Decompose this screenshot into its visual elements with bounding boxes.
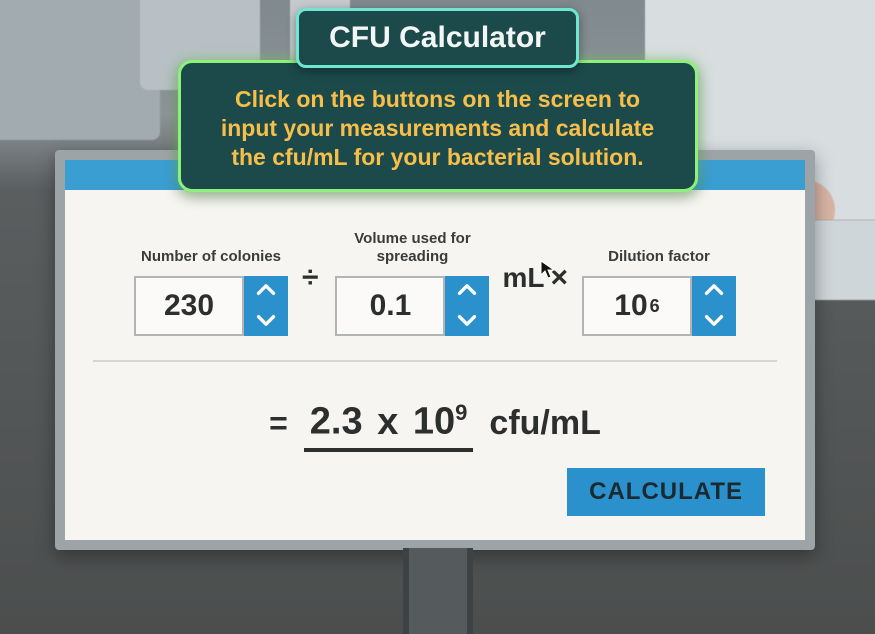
divider bbox=[93, 360, 777, 362]
result-base: 10 bbox=[413, 401, 455, 443]
field-volume-label: Volume used for spreading bbox=[332, 230, 492, 266]
chevron-down-icon bbox=[457, 313, 477, 330]
header: CFU Calculator Click on the buttons on t… bbox=[178, 8, 698, 192]
colonies-decrease-button[interactable] bbox=[244, 306, 288, 336]
dilution-stepper bbox=[692, 276, 736, 336]
divide-operator: ÷ bbox=[302, 261, 318, 305]
result-value: 2.3 x 109 bbox=[304, 400, 474, 452]
result-coefficient: 2.3 bbox=[310, 401, 363, 443]
dilution-exponent: 6 bbox=[650, 296, 660, 317]
dilution-value: 106 bbox=[582, 276, 692, 336]
volume-stepper bbox=[445, 276, 489, 336]
equals-operator: = bbox=[269, 405, 288, 442]
instruction-text: Click on the buttons on the screen to in… bbox=[178, 60, 698, 192]
input-row: Number of colonies 230 ÷ Volume used for… bbox=[93, 230, 777, 336]
field-volume: Volume used for spreading 0.1 bbox=[332, 230, 492, 336]
field-dilution-label: Dilution factor bbox=[608, 248, 710, 266]
monitor-stand bbox=[403, 548, 473, 634]
colonies-value: 230 bbox=[134, 276, 244, 336]
volume-increase-button[interactable] bbox=[445, 276, 489, 306]
dilution-decrease-button[interactable] bbox=[692, 306, 736, 336]
chevron-down-icon bbox=[256, 313, 276, 330]
background-decor bbox=[0, 0, 160, 140]
volume-decrease-button[interactable] bbox=[445, 306, 489, 336]
result-unit: cfu/mL bbox=[489, 404, 600, 443]
volume-unit: mL bbox=[502, 262, 544, 304]
dilution-increase-button[interactable] bbox=[692, 276, 736, 306]
calculate-button[interactable]: CALCULATE bbox=[567, 468, 765, 516]
field-colonies: Number of colonies 230 bbox=[134, 248, 288, 336]
result-times: x bbox=[377, 401, 398, 443]
calculator-panel: Number of colonies 230 ÷ Volume used for… bbox=[55, 150, 815, 550]
dilution-base: 10 bbox=[614, 289, 647, 323]
colonies-stepper bbox=[244, 276, 288, 336]
page-title: CFU Calculator bbox=[296, 8, 579, 68]
chevron-up-icon bbox=[704, 283, 724, 300]
chevron-down-icon bbox=[704, 313, 724, 330]
chevron-up-icon bbox=[457, 283, 477, 300]
mouse-cursor-icon bbox=[540, 260, 556, 280]
result-row: = 2.3 x 109 cfu/mL bbox=[65, 400, 805, 452]
chevron-up-icon bbox=[256, 283, 276, 300]
field-colonies-label: Number of colonies bbox=[141, 248, 281, 266]
field-dilution: Dilution factor 106 bbox=[582, 248, 736, 336]
colonies-increase-button[interactable] bbox=[244, 276, 288, 306]
result-exponent: 9 bbox=[455, 400, 467, 425]
volume-value: 0.1 bbox=[335, 276, 445, 336]
